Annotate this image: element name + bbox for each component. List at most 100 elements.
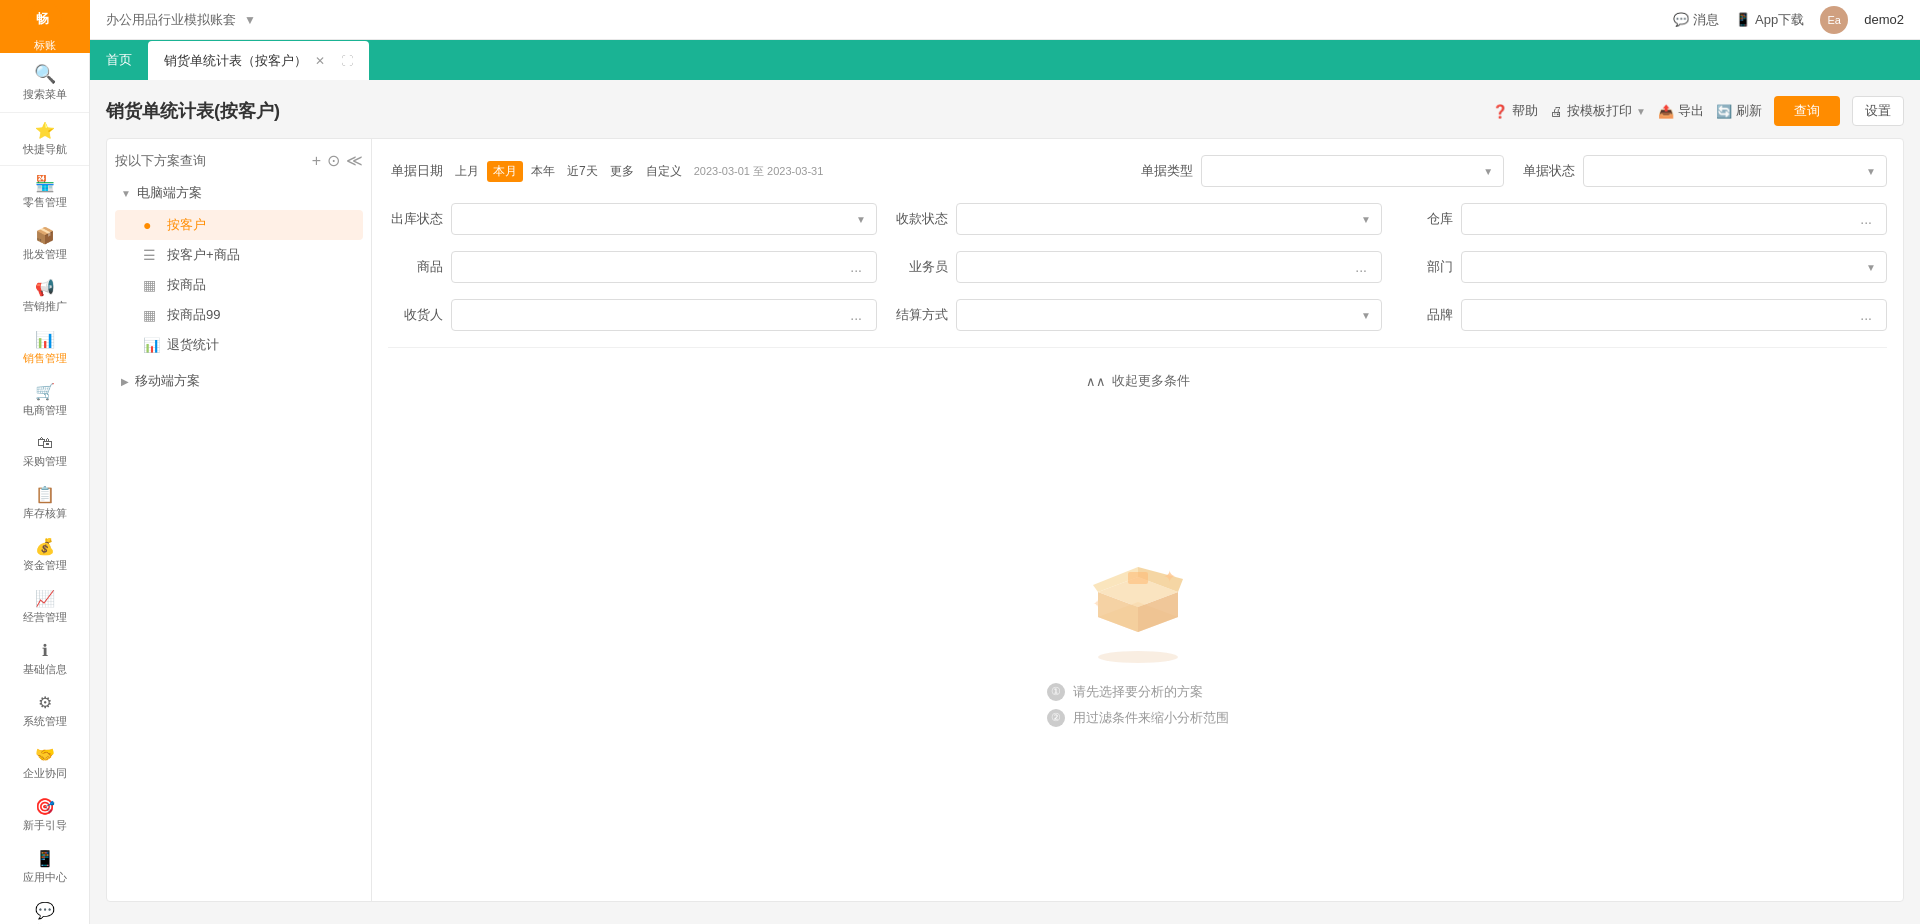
empty-tip-2: ② 用过滤条件来缩小分析范围 <box>1047 709 1229 727</box>
sidebar-item-finance[interactable]: 💰 资金管理 <box>0 529 89 581</box>
query-button[interactable]: 查询 <box>1774 96 1840 126</box>
sidebar-item-operations[interactable]: 📈 经营管理 <box>0 581 89 633</box>
sidebar-quick-nav-label: 快捷导航 <box>23 142 67 157</box>
date-tab-custom[interactable]: 自定义 <box>642 161 686 182</box>
sidebar-item-purchase[interactable]: 🛍 采购管理 <box>0 426 89 477</box>
header-title: 办公用品行业模拟账套 <box>106 11 236 29</box>
template-print-button[interactable]: 🖨 按模板打印 ▼ <box>1550 102 1646 120</box>
sidebar-item-ecommerce-label: 电商管理 <box>23 403 67 418</box>
sidebar-item-marketing[interactable]: 📢 营销推广 <box>0 270 89 322</box>
invoice-status-arrow: ▼ <box>1866 166 1876 177</box>
settlement-dropdown[interactable]: ▼ <box>956 299 1382 331</box>
sidebar-item-guide[interactable]: 🎯 新手引导 <box>0 789 89 841</box>
scheme-item-by-product-99[interactable]: ▦ 按商品99 <box>115 300 363 330</box>
sidebar-item-sales[interactable]: 📊 销售管理 <box>0 322 89 374</box>
tip-2-num: ② <box>1047 709 1065 727</box>
enterprise-icon: 🤝 <box>35 745 55 764</box>
empty-tip-1: ① 请先选择要分析的方案 <box>1047 683 1229 701</box>
scheme-group-desktop-header[interactable]: ▼ 电脑端方案 <box>115 180 363 206</box>
filter-item-settlement: 结算方式 ▼ <box>893 299 1382 331</box>
warehouse-more-icon[interactable]: ... <box>1856 211 1876 227</box>
scheme-item-by-product[interactable]: ▦ 按商品 <box>115 270 363 300</box>
svg-point-2 <box>1098 651 1178 663</box>
return-stats-icon: 📊 <box>143 337 159 353</box>
operations-icon: 📈 <box>35 589 55 608</box>
invoice-status-dropdown[interactable]: ▼ <box>1583 155 1887 187</box>
salesperson-more-icon[interactable]: ... <box>1351 259 1371 275</box>
page-title-bar: 销货单统计表(按客户) ❓ 帮助 🖨 按模板打印 ▼ 📤 导出 🔄 刷新 <box>106 96 1904 126</box>
sidebar-item-marketing-label: 营销推广 <box>23 299 67 314</box>
filter-item-department: 部门 ▼ <box>1398 251 1887 283</box>
date-tab-this-year[interactable]: 本年 <box>527 161 559 182</box>
department-dropdown[interactable]: ▼ <box>1461 251 1887 283</box>
sidebar-item-enterprise[interactable]: 🤝 企业协同 <box>0 737 89 789</box>
collapse-button[interactable]: ∧∧ 收起更多条件 <box>1078 364 1198 398</box>
filter-row-4: 收货人 ... 结算方式 ▼ 品牌 <box>388 299 1887 331</box>
salesperson-input[interactable]: ... <box>956 251 1382 283</box>
scheme-item-return-stats[interactable]: 📊 退货统计 <box>115 330 363 360</box>
out-status-dropdown[interactable]: ▼ <box>451 203 877 235</box>
settlement-label: 结算方式 <box>893 306 948 324</box>
help-button[interactable]: ❓ 帮助 <box>1492 102 1538 120</box>
retail-icon: 🏪 <box>35 174 55 193</box>
scheme-item-by-customer-product[interactable]: ☰ 按客户+商品 <box>115 240 363 270</box>
mobile-group-arrow: ▶ <box>121 376 129 387</box>
svg-rect-9 <box>1128 572 1148 584</box>
receiver-input[interactable]: ... <box>451 299 877 331</box>
scheme-group-mobile-label: 移动端方案 <box>135 372 200 390</box>
user-avatar[interactable]: Ea <box>1820 6 1848 34</box>
tab-sales-stats[interactable]: 销货单统计表（按客户） ✕ ⛶ <box>148 41 369 81</box>
sidebar-search[interactable]: 🔍 搜索菜单 <box>0 53 89 113</box>
sidebar-item-app-center[interactable]: 📱 应用中心 <box>0 841 89 893</box>
basic-info-icon: ℹ <box>42 641 48 660</box>
filter-item-out-status: 出库状态 ▼ <box>388 203 877 235</box>
brand-more-icon[interactable]: ... <box>1856 307 1876 323</box>
date-tab-this-month[interactable]: 本月 <box>487 161 523 182</box>
export-button[interactable]: 📤 导出 <box>1658 102 1704 120</box>
sidebar-item-ecommerce[interactable]: 🛒 电商管理 <box>0 374 89 426</box>
app-download-button[interactable]: 📱 App下载 <box>1735 11 1804 29</box>
settings-button[interactable]: 设置 <box>1852 96 1904 126</box>
empty-state-illustration: ✦ ✦ <box>1078 557 1198 667</box>
date-tab-last-month[interactable]: 上月 <box>451 161 483 182</box>
message-button[interactable]: 💬 消息 <box>1673 11 1719 29</box>
guide-icon: 🎯 <box>35 797 55 816</box>
help-icon: ❓ <box>1492 104 1508 119</box>
sidebar-quick-nav[interactable]: ⭐ 快捷导航 <box>0 113 89 166</box>
invoice-type-dropdown[interactable]: ▼ <box>1201 155 1505 187</box>
header-dropdown[interactable]: ▼ <box>244 13 256 27</box>
refresh-icon: 🔄 <box>1716 104 1732 119</box>
sidebar-item-wechat[interactable]: 💬 企业微信 <box>0 893 89 924</box>
tip-1-num: ① <box>1047 683 1065 701</box>
tab-close-icon[interactable]: ✕ <box>315 54 325 68</box>
scheme-add-icon[interactable]: + <box>312 152 321 170</box>
brand-input[interactable]: ... <box>1461 299 1887 331</box>
user-name[interactable]: demo2 <box>1864 12 1904 27</box>
warehouse-input[interactable]: ... <box>1461 203 1887 235</box>
sidebar-item-retail[interactable]: 🏪 零售管理 <box>0 166 89 218</box>
ecommerce-icon: 🛒 <box>35 382 55 401</box>
date-tab-more[interactable]: 更多 <box>606 161 638 182</box>
tab-maximize-icon[interactable]: ⛶ <box>341 54 353 68</box>
tab-home[interactable]: 首页 <box>90 40 148 80</box>
sidebar-logo[interactable]: 畅 标账 <box>0 0 90 53</box>
product-input[interactable]: ... <box>451 251 877 283</box>
refresh-button[interactable]: 🔄 刷新 <box>1716 102 1762 120</box>
sidebar-item-basic-info[interactable]: ℹ 基础信息 <box>0 633 89 685</box>
payment-status-dropdown[interactable]: ▼ <box>956 203 1382 235</box>
sidebar-item-inventory[interactable]: 📋 库存核算 <box>0 477 89 529</box>
filter-item-product: 商品 ... <box>388 251 877 283</box>
scheme-collapse-icon[interactable]: ≪ <box>346 151 363 170</box>
scheme-group-mobile-header[interactable]: ▶ 移动端方案 <box>115 368 363 394</box>
scheme-item-by-customer[interactable]: ● 按客户 <box>115 210 363 240</box>
export-label: 导出 <box>1678 102 1704 120</box>
sidebar-item-system[interactable]: ⚙ 系统管理 <box>0 685 89 737</box>
marketing-icon: 📢 <box>35 278 55 297</box>
sidebar-item-wholesale[interactable]: 📦 批发管理 <box>0 218 89 270</box>
date-tab-last-7-days[interactable]: 近7天 <box>563 161 602 182</box>
scheme-edit-icon[interactable]: ⊙ <box>327 151 340 170</box>
sidebar-search-label: 搜索菜单 <box>23 87 67 102</box>
product-more-icon[interactable]: ... <box>846 259 866 275</box>
receiver-more-icon[interactable]: ... <box>846 307 866 323</box>
page-title: 销货单统计表(按客户) <box>106 99 280 123</box>
